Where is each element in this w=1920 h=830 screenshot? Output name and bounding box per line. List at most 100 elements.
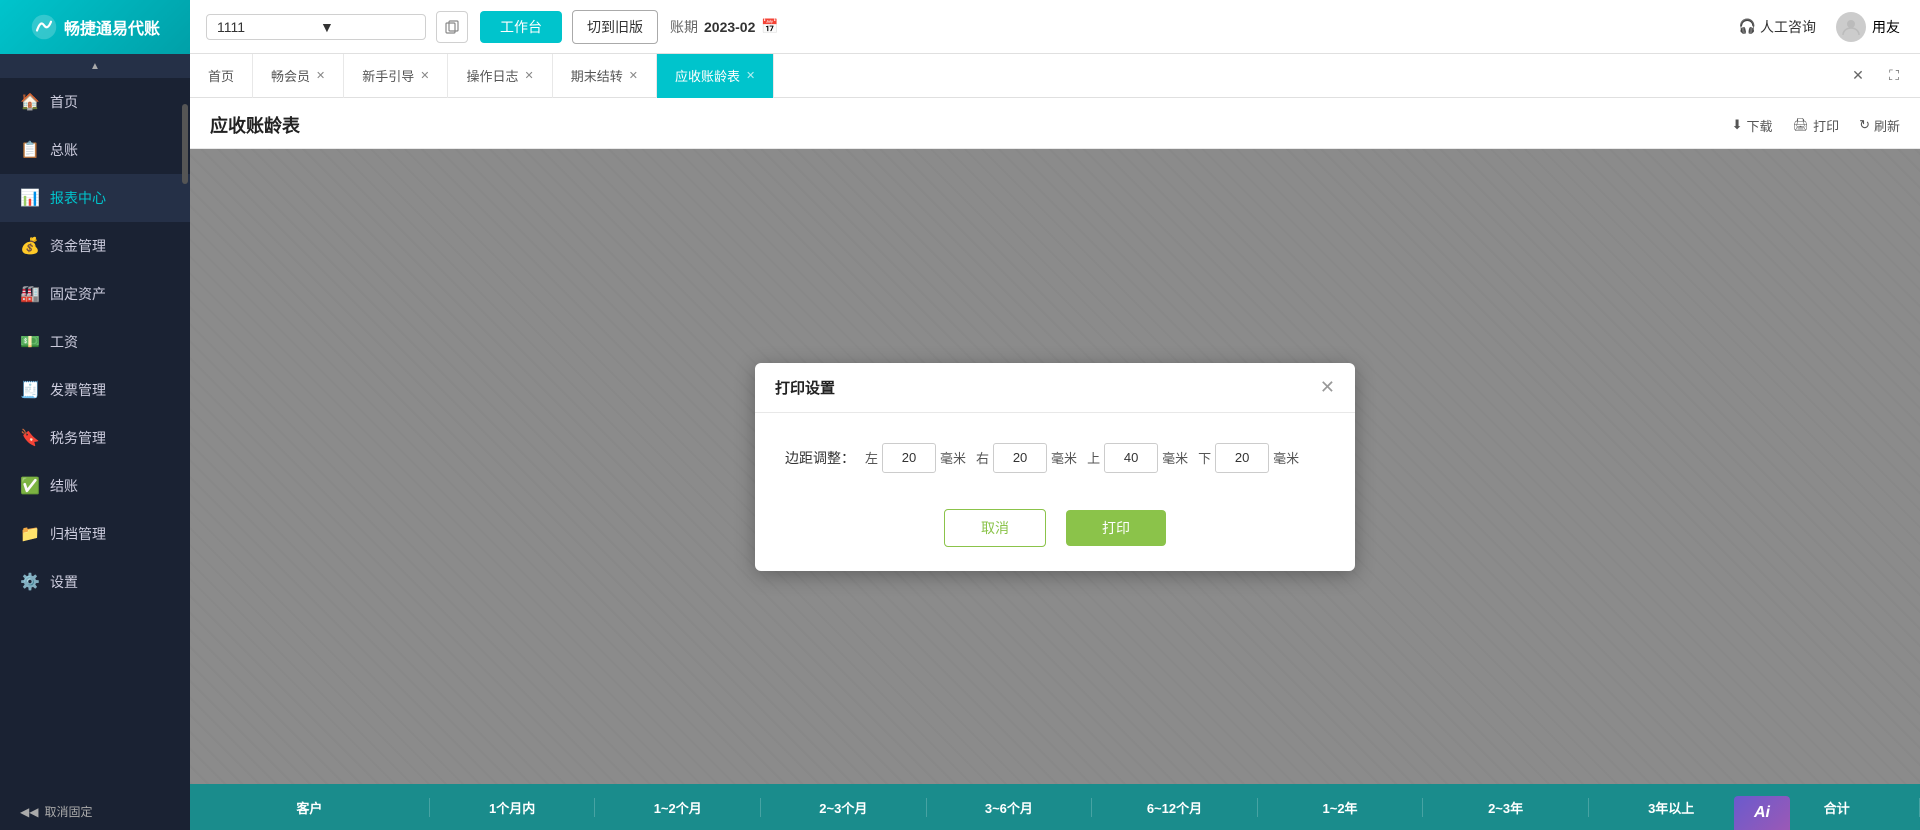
page-header: 应收账龄表 ⬇ 下载 🖨 打印 ↻ 刷新 xyxy=(190,98,1920,149)
tab-close-period[interactable]: ✕ xyxy=(629,69,638,82)
sidebar-collapse-button[interactable]: ◀◀ 取消固定 xyxy=(0,793,190,830)
print-settings-dialog: 打印设置 ✕ 边距调整： 左 毫米 xyxy=(755,363,1355,571)
table-col-6-12month: 6~12个月 xyxy=(1092,798,1258,817)
tab-log[interactable]: 操作日志 ✕ xyxy=(448,54,552,98)
user-name: 用友 xyxy=(1872,17,1900,37)
company-name: 1111 xyxy=(217,19,312,35)
invoice-icon: 🧾 xyxy=(20,380,40,400)
sidebar-item-salary[interactable]: 💵 工资 xyxy=(0,318,190,366)
page-title: 应收账龄表 xyxy=(210,112,300,138)
left-margin-input[interactable] xyxy=(882,443,936,473)
logo-icon xyxy=(30,13,58,41)
consult-button[interactable]: 🎧 人工咨询 xyxy=(1739,17,1816,37)
right-margin-group: 右 毫米 xyxy=(976,443,1077,473)
tab-close-log[interactable]: ✕ xyxy=(525,69,534,82)
refresh-label: 刷新 xyxy=(1874,116,1900,135)
calendar-icon[interactable]: 📅 xyxy=(761,18,778,35)
tab-close-aging[interactable]: ✕ xyxy=(746,69,755,82)
top-margin-group: 上 毫米 xyxy=(1087,443,1188,473)
tab-aging[interactable]: 应收账龄表 ✕ xyxy=(657,54,774,98)
tab-close-all-button[interactable]: ✕ xyxy=(1844,62,1872,90)
sidebar-label-tax: 税务管理 xyxy=(50,428,106,448)
switch-old-version-button[interactable]: 切到旧版 xyxy=(572,10,658,44)
period-value: 2023-02 xyxy=(704,19,755,35)
reports-icon: 📊 xyxy=(20,188,40,208)
company-dropdown-icon: ▼ xyxy=(320,19,415,35)
ledger-icon: 📋 xyxy=(20,140,40,160)
bottom-margin-label: 下 xyxy=(1198,448,1211,467)
close-accounts-icon: ✅ xyxy=(20,476,40,496)
margin-settings-row: 边距调整： 左 毫米 右 毫米 xyxy=(785,443,1325,473)
table-col-2-3month: 2~3个月 xyxy=(761,798,927,817)
tab-maximize-button[interactable]: ⛶ xyxy=(1880,62,1908,90)
user-area[interactable]: 用友 xyxy=(1836,12,1900,42)
tab-label-log: 操作日志 xyxy=(466,66,518,85)
page-content: 应收账龄表 ⬇ 下载 🖨 打印 ↻ 刷新 xyxy=(190,98,1920,830)
copy-button[interactable] xyxy=(436,11,468,43)
capital-icon: 💰 xyxy=(20,236,40,256)
tab-period-close[interactable]: 期末结转 ✕ xyxy=(553,54,657,98)
table-col-3-6month: 3~6个月 xyxy=(927,798,1093,817)
sidebar-item-settings[interactable]: ⚙️ 设置 xyxy=(0,558,190,606)
top-margin-input[interactable] xyxy=(1104,443,1158,473)
logo-text: 畅捷通易代账 xyxy=(64,15,160,39)
table-col-2-3year: 2~3年 xyxy=(1423,798,1589,817)
sidebar-label-capital: 资金管理 xyxy=(50,236,106,256)
print-button[interactable]: 🖨 打印 xyxy=(1793,116,1840,135)
salary-icon: 💵 xyxy=(20,332,40,352)
sidebar-item-capital[interactable]: 💰 资金管理 xyxy=(0,222,190,270)
workbench-button[interactable]: 工作台 xyxy=(480,11,562,43)
margin-label: 边距调整： xyxy=(785,448,855,468)
tab-bar: 首页 畅会员 ✕ 新手引导 ✕ 操作日志 ✕ 期末结转 ✕ 应收账龄表 ✕ xyxy=(190,54,1920,98)
modal-footer: 取消 打印 xyxy=(755,493,1355,571)
print-label: 打印 xyxy=(1813,116,1839,135)
company-selector[interactable]: 1111 ▼ xyxy=(206,14,426,40)
settings-icon: ⚙️ xyxy=(20,572,40,592)
sidebar-item-assets[interactable]: 🏭 固定资产 xyxy=(0,270,190,318)
sidebar-label-reports: 报表中心 xyxy=(50,188,106,208)
table-col-1-2month: 1~2个月 xyxy=(595,798,761,817)
sidebar-item-ledger[interactable]: 📋 总账 xyxy=(0,126,190,174)
sidebar-item-invoice[interactable]: 🧾 发票管理 xyxy=(0,366,190,414)
consult-label: 人工咨询 xyxy=(1760,17,1816,37)
table-col-3plus-year: 3年以上 xyxy=(1589,798,1755,817)
ai-badge[interactable]: Ai xyxy=(1734,796,1790,830)
sidebar-label-salary: 工资 xyxy=(50,332,78,352)
sidebar-scroll-up[interactable]: ▲ xyxy=(0,54,190,78)
refresh-button[interactable]: ↻ 刷新 xyxy=(1859,116,1900,135)
modal-close-button[interactable]: ✕ xyxy=(1320,377,1335,398)
modal-title: 打印设置 xyxy=(775,377,835,398)
sidebar-item-close[interactable]: ✅ 结账 xyxy=(0,462,190,510)
tab-home[interactable]: 首页 xyxy=(190,54,253,98)
sidebar-item-home[interactable]: 🏠 首页 xyxy=(0,78,190,126)
right-margin-input[interactable] xyxy=(993,443,1047,473)
tab-close-guide[interactable]: ✕ xyxy=(420,69,429,82)
bottom-margin-group: 下 毫米 xyxy=(1198,443,1299,473)
cancel-button[interactable]: 取消 xyxy=(944,509,1046,547)
modal-header: 打印设置 ✕ xyxy=(755,363,1355,413)
sidebar-scrollbar[interactable] xyxy=(182,104,188,184)
sidebar-label-assets: 固定资产 xyxy=(50,284,106,304)
tab-close-member[interactable]: ✕ xyxy=(316,69,325,82)
copy-icon xyxy=(444,19,460,35)
tab-guide[interactable]: 新手引导 ✕ xyxy=(344,54,448,98)
left-margin-unit: 毫米 xyxy=(940,448,966,467)
table-col-1month: 1个月内 xyxy=(430,798,596,817)
top-margin-label: 上 xyxy=(1087,448,1100,467)
download-button[interactable]: ⬇ 下载 xyxy=(1732,116,1773,135)
tab-label-home: 首页 xyxy=(208,66,234,85)
print-confirm-button[interactable]: 打印 xyxy=(1066,510,1166,546)
tab-label-period: 期末结转 xyxy=(571,66,623,85)
print-icon: 🖨 xyxy=(1793,117,1810,133)
sidebar-item-reports[interactable]: 📊 报表中心 xyxy=(0,174,190,222)
tab-member[interactable]: 畅会员 ✕ xyxy=(253,54,344,98)
page-actions: ⬇ 下载 🖨 打印 ↻ 刷新 xyxy=(1732,116,1900,135)
table-col-1-2year: 1~2年 xyxy=(1258,798,1424,817)
tax-icon: 🔖 xyxy=(20,428,40,448)
header-right: 🎧 人工咨询 用友 xyxy=(1739,12,1920,42)
right-margin-label: 右 xyxy=(976,448,989,467)
sidebar-item-tax[interactable]: 🔖 税务管理 xyxy=(0,414,190,462)
bottom-margin-input[interactable] xyxy=(1215,443,1269,473)
refresh-icon: ↻ xyxy=(1859,117,1870,133)
sidebar-item-archive[interactable]: 📁 归档管理 xyxy=(0,510,190,558)
